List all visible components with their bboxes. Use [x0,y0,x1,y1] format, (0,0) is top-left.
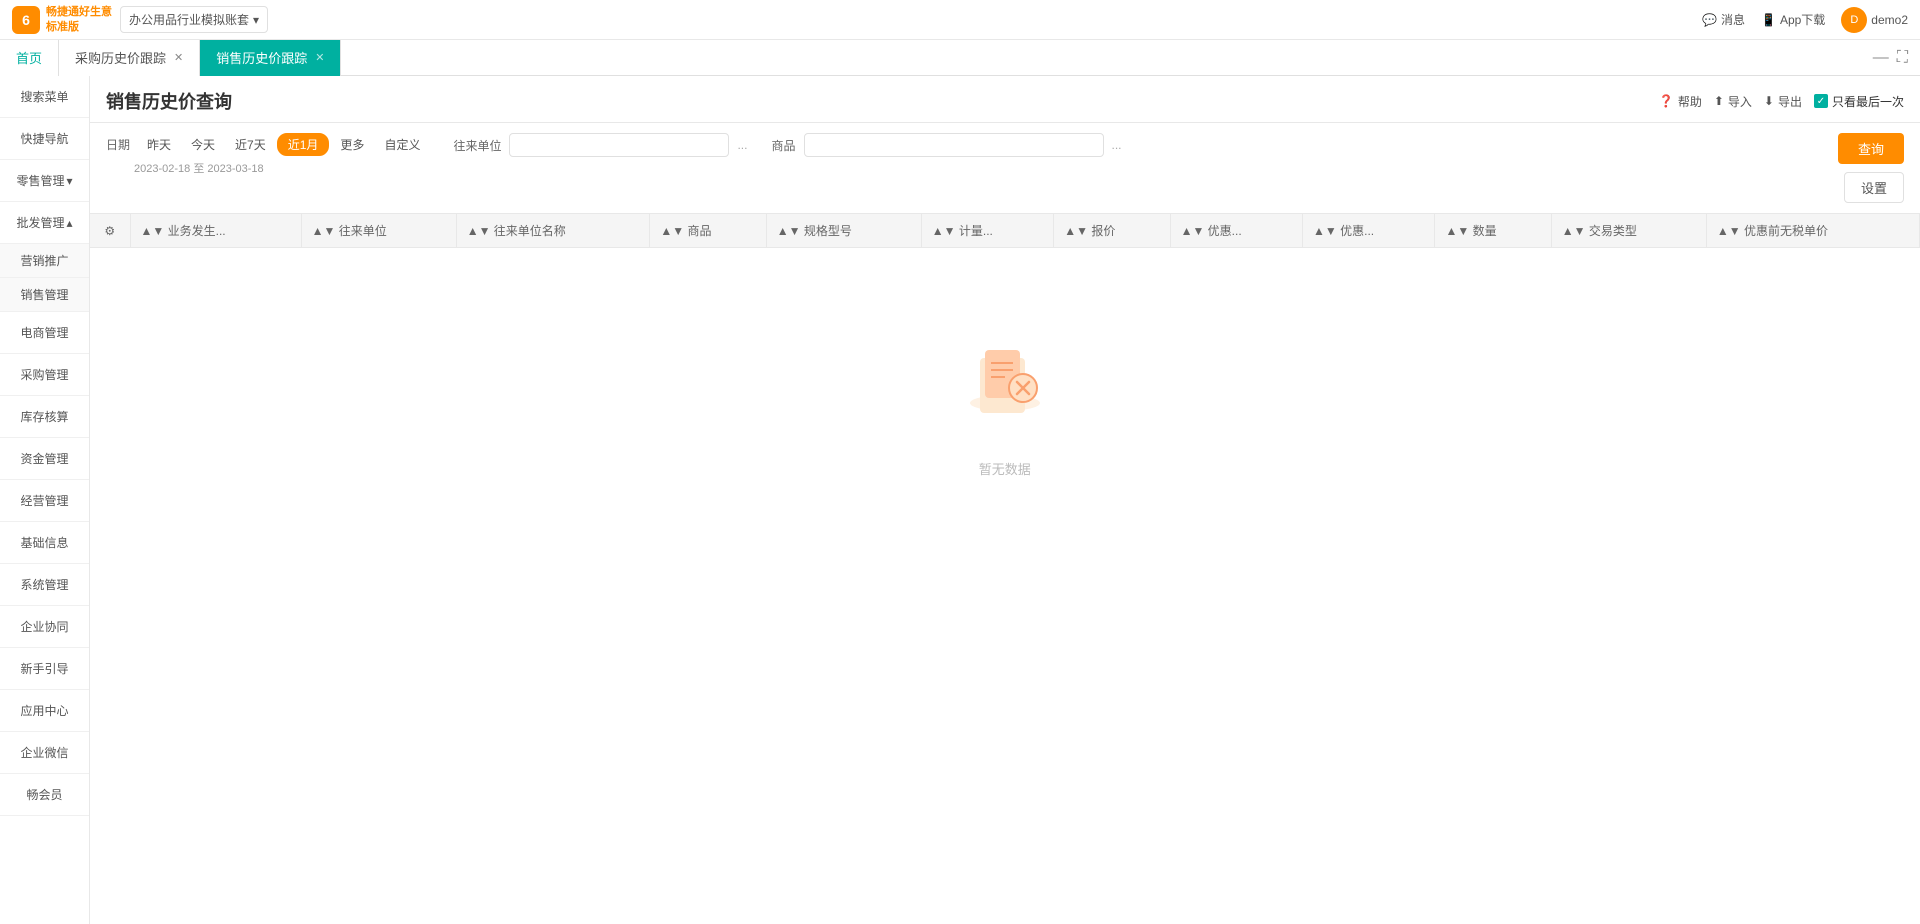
col-unit[interactable]: ▲▼ 计量... [921,214,1053,248]
product-input[interactable] [804,133,1104,157]
date-yesterday-btn[interactable]: 昨天 [138,133,180,156]
sidebar-item-inventory[interactable]: 库存核算 [0,396,89,438]
col-discount1[interactable]: ▲▼ 优惠... [1170,214,1302,248]
data-table: ⚙ ▲▼ 业务发生... ▲▼ 往来单位 ▲▼ 往来单位名称 [90,214,1920,558]
purchase-tab-label: 采购历史价跟踪 [75,48,166,67]
phone-icon: 📱 [1761,13,1776,27]
logo-icon: 6 [12,6,40,34]
topbar-right: 💬 消息 📱 App下载 D demo2 [1702,7,1908,33]
col-partner-code[interactable]: ▲▼ 往来单位 [301,214,456,248]
sidebar-item-ecommerce[interactable]: 电商管理 [0,312,89,354]
app-download-btn[interactable]: 📱 App下载 [1761,11,1825,28]
date-custom-btn[interactable]: 自定义 [375,133,429,156]
topbar: 6 畅捷通好生意 标准版 办公用品行业模拟账套 ▾ 💬 消息 📱 App下载 D… [0,0,1920,40]
col-trade-type[interactable]: ▲▼ 交易类型 [1551,214,1706,248]
page-header: 销售历史价查询 ❓ 帮助 ⬆ 导入 ⬇ 导出 ✓ 只看最后一次 [90,76,1920,123]
help-btn[interactable]: ❓ 帮助 [1659,93,1702,110]
sidebar-item-basic-info[interactable]: 基础信息 [0,522,89,564]
home-tab-label: 首页 [16,48,42,67]
tab-actions: — ⛶ [1873,49,1920,67]
page-title: 销售历史价查询 [106,88,232,114]
import-icon: ⬆ [1714,94,1724,108]
col-price[interactable]: ▲▼ 报价 [1054,214,1170,248]
tab-home[interactable]: 首页 [0,40,59,76]
date-today-btn[interactable]: 今天 [182,133,224,156]
col-quantity[interactable]: ▲▼ 数量 [1435,214,1551,248]
sidebar-item-app-center[interactable]: 应用中心 [0,690,89,732]
user-menu[interactable]: D demo2 [1841,7,1908,33]
product-dots-icon[interactable]: ... [1112,138,1122,152]
date-filter: 日期 昨天 今天 近7天 近1月 更多 自定义 [106,133,429,156]
topbar-left: 6 畅捷通好生意 标准版 办公用品行业模拟账套 ▾ [12,5,268,34]
partner-dots-icon[interactable]: ... [737,138,747,152]
empty-illustration [955,328,1055,447]
empty-text: 暂无数据 [979,459,1031,478]
settings-button[interactable]: 设置 [1844,172,1904,203]
date-last1m-btn[interactable]: 近1月 [277,133,330,156]
partner-input[interactable] [509,133,729,157]
filter-actions: 查询 设置 [1838,133,1904,203]
sidebar-item-member[interactable]: 畅会员 [0,774,89,816]
export-btn[interactable]: ⬇ 导出 [1764,93,1802,110]
date-last7-btn[interactable]: 近7天 [226,133,275,156]
date-range-text: 2023-02-18 至 2023-03-18 [106,160,429,176]
only-last-checkbox[interactable]: ✓ 只看最后一次 [1814,93,1904,110]
close-sales-tab-icon[interactable]: ✕ [315,51,324,64]
sidebar-item-system[interactable]: 系统管理 [0,564,89,606]
col-partner-name[interactable]: ▲▼ 往来单位名称 [456,214,650,248]
company-selector[interactable]: 办公用品行业模拟账套 ▾ [120,6,268,33]
main-layout: 搜索菜单 快捷导航 零售管理 ▾ 批发管理 ▴ 营销推广 销售管理 电商管理 采 [0,76,1920,924]
maximize-window-btn[interactable]: ⛶ [1897,49,1908,67]
sidebar-item-retail[interactable]: 零售管理 ▾ [0,160,89,202]
page-header-actions: ❓ 帮助 ⬆ 导入 ⬇ 导出 ✓ 只看最后一次 [1659,93,1904,110]
sidebar-item-guide[interactable]: 新手引导 [0,648,89,690]
query-button[interactable]: 查询 [1838,133,1904,164]
sidebar-item-wechat[interactable]: 企业微信 [0,732,89,774]
tab-purchase[interactable]: 采购历史价跟踪 ✕ [59,40,200,76]
tabbar: 首页 采购历史价跟踪 ✕ 销售历史价跟踪 ✕ — ⛶ [0,40,1920,76]
chevron-up-icon: ▴ [66,216,72,230]
chevron-down-icon: ▾ [253,13,259,27]
col-pretax-price[interactable]: ▲▼ 优惠前无税单价 [1706,214,1919,248]
checkbox-icon: ✓ [1814,94,1828,108]
partner-filter: 往来单位 ... [453,133,747,157]
sidebar-item-search-menu[interactable]: 搜索菜单 [0,76,89,118]
sidebar-item-operations[interactable]: 经营管理 [0,480,89,522]
sidebar-item-finance[interactable]: 资金管理 [0,438,89,480]
date-more-btn[interactable]: 更多 [331,133,373,156]
sidebar-item-purchase-mgmt[interactable]: 采购管理 [0,354,89,396]
col-discount2[interactable]: ▲▼ 优惠... [1303,214,1435,248]
content-area: 销售历史价查询 ❓ 帮助 ⬆ 导入 ⬇ 导出 ✓ 只看最后一次 [90,76,1920,924]
col-product[interactable]: ▲▼ 商品 [650,214,766,248]
sidebar-item-marketing[interactable]: 营销推广 [0,244,89,278]
sidebar-item-wholesale[interactable]: 批发管理 ▴ [0,202,89,244]
empty-state: 暂无数据 [90,248,1920,558]
logo-text: 畅捷通好生意 标准版 [46,5,112,34]
filter-area: 日期 昨天 今天 近7天 近1月 更多 自定义 2023-02-18 至 202… [90,123,1920,214]
date-buttons: 昨天 今天 近7天 近1月 更多 自定义 [138,133,429,156]
sidebar-item-sales-mgmt[interactable]: 销售管理 [0,278,89,312]
export-icon: ⬇ [1764,94,1774,108]
sales-tab-label: 销售历史价跟踪 [216,48,307,67]
import-btn[interactable]: ⬆ 导入 [1714,93,1752,110]
table-area: ⚙ ▲▼ 业务发生... ▲▼ 往来单位 ▲▼ 往来单位名称 [90,214,1920,924]
tab-sales[interactable]: 销售历史价跟踪 ✕ [200,40,341,76]
sidebar-item-quick-nav[interactable]: 快捷导航 [0,118,89,160]
sidebar-item-enterprise[interactable]: 企业协同 [0,606,89,648]
message-icon: 💬 [1702,13,1717,27]
close-purchase-tab-icon[interactable]: ✕ [174,51,183,64]
message-btn[interactable]: 💬 消息 [1702,11,1745,28]
avatar: D [1841,7,1867,33]
col-settings[interactable]: ⚙ [90,214,130,248]
sidebar: 搜索菜单 快捷导航 零售管理 ▾ 批发管理 ▴ 营销推广 销售管理 电商管理 采 [0,76,90,924]
col-spec[interactable]: ▲▼ 规格型号 [766,214,921,248]
logo-area: 6 畅捷通好生意 标准版 [12,5,112,34]
product-filter: 商品 ... [771,133,1121,157]
help-icon: ❓ [1659,94,1674,108]
col-biz-date[interactable]: ▲▼ 业务发生... [130,214,301,248]
chevron-down-icon: ▾ [66,174,72,188]
minimize-window-btn[interactable]: — [1873,49,1889,67]
